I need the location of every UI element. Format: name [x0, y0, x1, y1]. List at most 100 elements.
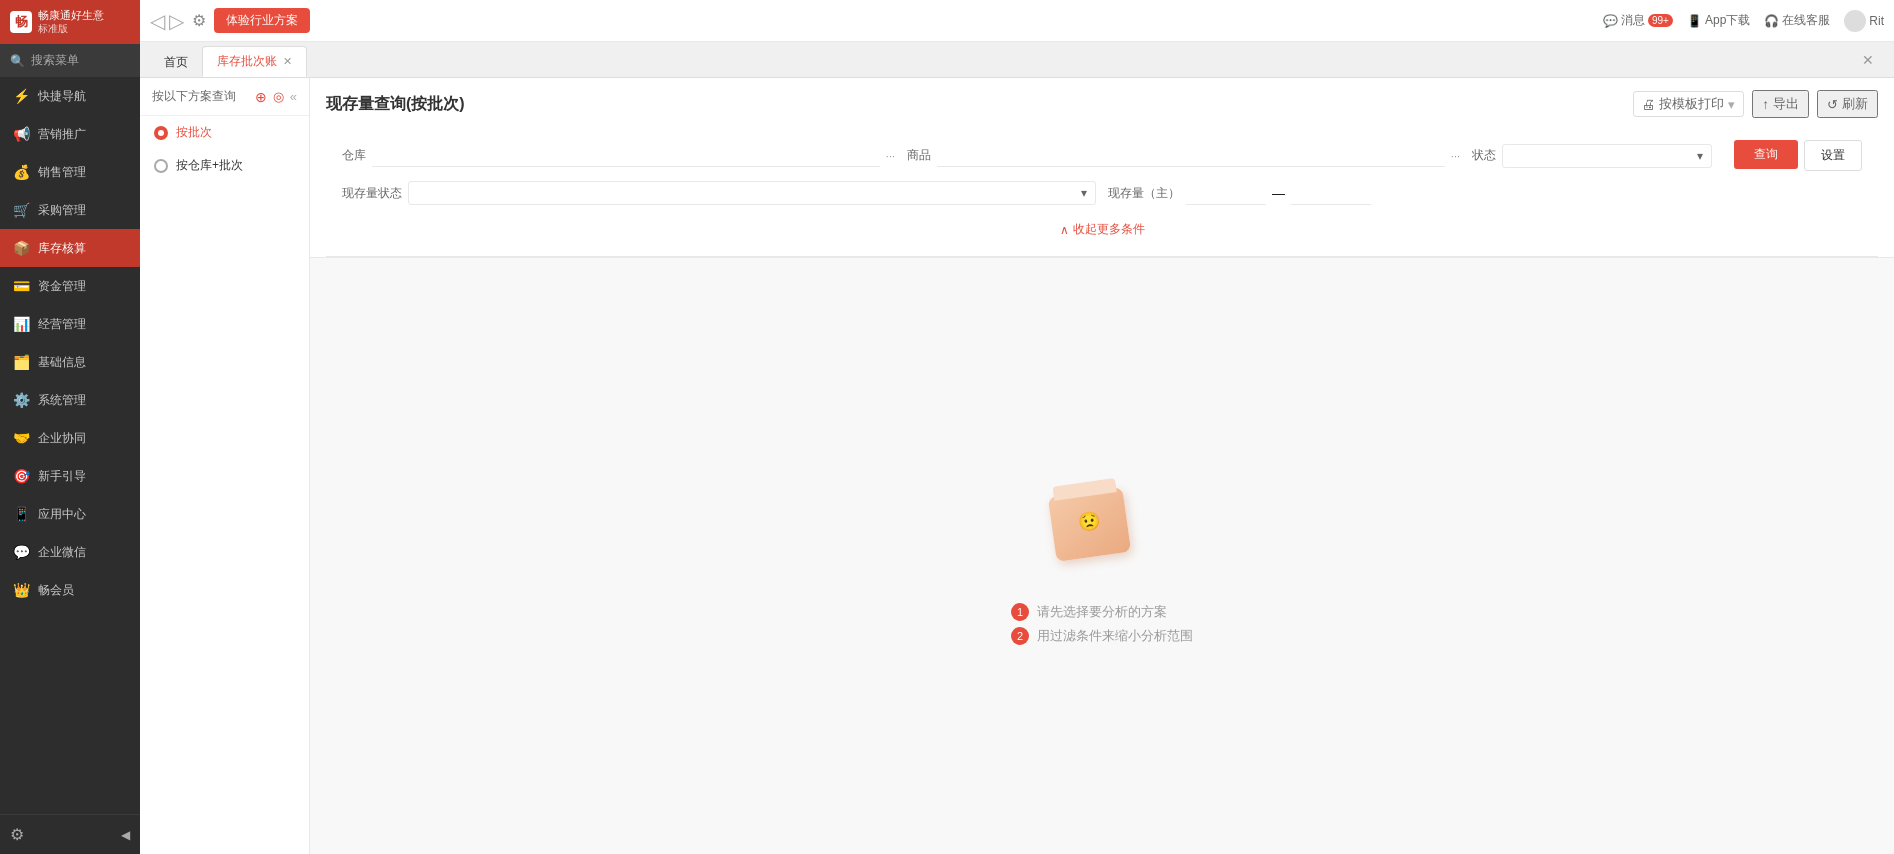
sidebar-item-system[interactable]: ⚙️ 系统管理	[0, 381, 140, 419]
status-select[interactable]: ▾	[1502, 144, 1712, 168]
basics-icon: 🗂️	[12, 353, 30, 371]
tab-home[interactable]: 首页	[150, 48, 202, 77]
empty-box-face: 😟	[1077, 509, 1102, 534]
hint-text-1: 请先选择要分析的方案	[1037, 603, 1167, 621]
refresh-btn[interactable]: ↺ 刷新	[1817, 90, 1878, 118]
page-title: 现存量查询(按批次)	[326, 94, 465, 115]
add-tab-icon[interactable]: ✕	[1862, 52, 1874, 68]
user-name: Rit	[1869, 14, 1884, 28]
sidebar-item-operations[interactable]: 📊 经营管理	[0, 305, 140, 343]
settings-btn-filter[interactable]: 设置	[1804, 140, 1862, 171]
sidebar-item-label: 应用中心	[38, 506, 86, 523]
msg-label: 消息	[1621, 12, 1645, 29]
sidebar-item-app-center[interactable]: 📱 应用中心	[0, 495, 140, 533]
scheme-label: 按仓库+批次	[176, 157, 243, 174]
sidebar-item-label: 营销推广	[38, 126, 86, 143]
empty-hint-1: 1 请先选择要分析的方案	[1011, 603, 1193, 621]
stock-qty-max[interactable]	[1291, 182, 1371, 205]
print-label: 按模板打印	[1659, 95, 1724, 113]
footer-collapse-icon[interactable]: ◀	[121, 828, 130, 842]
sidebar-item-label: 企业协同	[38, 430, 86, 447]
purchase-icon: 🛒	[12, 201, 30, 219]
sidebar-item-purchase[interactable]: 🛒 采购管理	[0, 191, 140, 229]
nav-back-icon[interactable]: ◁	[150, 9, 165, 33]
status-dropdown-icon: ▾	[1697, 149, 1703, 163]
product-more-btn[interactable]: ···	[1451, 150, 1460, 162]
stock-qty-min[interactable]	[1186, 182, 1266, 205]
scheme-item-warehouse-batch[interactable]: 按仓库+批次	[140, 149, 309, 182]
app-download-btn[interactable]: 📱 App下载	[1687, 12, 1750, 29]
topbar-right: 💬 消息 99+ 📱 App下载 🎧 在线客服 Rit	[1603, 10, 1884, 32]
tab-close-icon[interactable]: ✕	[283, 55, 292, 68]
msg-icon: 💬	[1603, 14, 1618, 28]
hint-num-1: 1	[1011, 603, 1029, 621]
sidebar-item-sales[interactable]: 💰 销售管理	[0, 153, 140, 191]
add-scheme-icon[interactable]: ⊕	[255, 89, 267, 105]
export-btn[interactable]: ↑ 导出	[1752, 90, 1809, 118]
tab-inventory-batch-label: 库存批次账	[217, 53, 277, 70]
nav-forward-icon[interactable]: ▷	[169, 9, 184, 33]
filter-stock-qty-group: 现存量（主） —	[1108, 182, 1862, 205]
range-dash: —	[1272, 186, 1285, 201]
product-label: 商品	[907, 147, 931, 164]
app-subtitle: 标准版	[38, 22, 104, 36]
msg-btn[interactable]: 💬 消息 99+	[1603, 12, 1673, 29]
footer-settings-icon[interactable]: ⚙	[10, 825, 24, 844]
finance-icon: 💳	[12, 277, 30, 295]
topbar-settings-icon[interactable]: ⚙	[192, 11, 206, 30]
product-input[interactable]	[937, 144, 1445, 167]
sidebar-item-label: 快捷导航	[38, 88, 86, 105]
left-panel: 按以下方案查询 ⊕ ◎ « 按批次 按仓库+批次	[140, 78, 310, 854]
sidebar-item-guide[interactable]: 🎯 新手引导	[0, 457, 140, 495]
scheme-dot-inner	[158, 130, 164, 136]
hint-text-2: 用过滤条件来缩小分析范围	[1037, 627, 1193, 645]
query-btn[interactable]: 查询	[1734, 140, 1798, 169]
service-icon: 🎧	[1764, 14, 1779, 28]
app-center-icon: 📱	[12, 505, 30, 523]
warehouse-input[interactable]	[372, 144, 880, 167]
search-menu[interactable]: 🔍 搜索菜单	[0, 44, 140, 77]
print-btn[interactable]: 🖨 按模板打印 ▾	[1633, 91, 1744, 117]
stock-status-select[interactable]: ▾	[408, 181, 1096, 205]
content-area: 按以下方案查询 ⊕ ◎ « 按批次 按仓库+批次	[140, 78, 1894, 854]
search-menu-label: 搜索菜单	[31, 52, 79, 69]
sidebar-item-inventory[interactable]: 📦 库存核算	[0, 229, 140, 267]
service-btn[interactable]: 🎧 在线客服	[1764, 12, 1830, 29]
scheme-dot	[154, 126, 168, 140]
filter-range: —	[1186, 182, 1371, 205]
collapse-more-btn[interactable]: ∧ 收起更多条件	[342, 215, 1862, 244]
collapse-left-icon[interactable]: «	[290, 89, 297, 104]
trial-btn[interactable]: 体验行业方案	[214, 8, 310, 33]
app-download-icon: 📱	[1687, 14, 1702, 28]
sidebar-item-quick-nav[interactable]: ⚡ 快捷导航	[0, 77, 140, 115]
sidebar-item-marketing[interactable]: 📢 营销推广	[0, 115, 140, 153]
sidebar-item-weixin[interactable]: 💬 企业微信	[0, 533, 140, 571]
sidebar-footer: ⚙ ◀	[0, 814, 140, 854]
sidebar-item-label: 新手引导	[38, 468, 86, 485]
stock-qty-label: 现存量（主）	[1108, 185, 1180, 202]
main-content: 😟 1 请先选择要分析的方案 2 用过滤条件来缩小分析范围	[310, 258, 1894, 854]
user-avatar-btn[interactable]: Rit	[1844, 10, 1884, 32]
avatar	[1844, 10, 1866, 32]
left-panel-title: 按以下方案查询	[152, 88, 236, 105]
tab-inventory-batch[interactable]: 库存批次账 ✕	[202, 46, 307, 77]
sidebar-item-vip[interactable]: 👑 畅会员	[0, 571, 140, 609]
collapse-arrow-icon: ∧	[1060, 223, 1069, 237]
empty-hint-2: 2 用过滤条件来缩小分析范围	[1011, 627, 1193, 645]
status-label: 状态	[1472, 147, 1496, 164]
topbar: ◁ ▷ ⚙ 体验行业方案 💬 消息 99+ 📱 App下载 🎧 在线客服 Rit	[140, 0, 1894, 42]
sales-icon: 💰	[12, 163, 30, 181]
settings-scheme-icon[interactable]: ◎	[273, 89, 284, 104]
sidebar-item-finance[interactable]: 💳 资金管理	[0, 267, 140, 305]
filter-stock-status-group: 现存量状态 ▾	[342, 181, 1096, 205]
print-icon: 🖨	[1642, 97, 1655, 112]
scheme-item-batch[interactable]: 按批次	[140, 116, 309, 149]
sidebar-item-enterprise[interactable]: 🤝 企业协同	[0, 419, 140, 457]
sidebar-nav: ⚡ 快捷导航 📢 营销推广 💰 销售管理 🛒 采购管理 📦 库存核算 💳 资金管…	[0, 77, 140, 814]
sidebar-item-basics[interactable]: 🗂️ 基础信息	[0, 343, 140, 381]
filter-product-group: 商品 ···	[907, 144, 1460, 167]
filter-status-group: 状态 ▾	[1472, 144, 1712, 168]
page-title-row: 现存量查询(按批次) 🖨 按模板打印 ▾ ↑ 导出 ↺	[326, 90, 1878, 118]
warehouse-more-btn[interactable]: ···	[886, 150, 895, 162]
tab-home-label: 首页	[164, 55, 188, 69]
